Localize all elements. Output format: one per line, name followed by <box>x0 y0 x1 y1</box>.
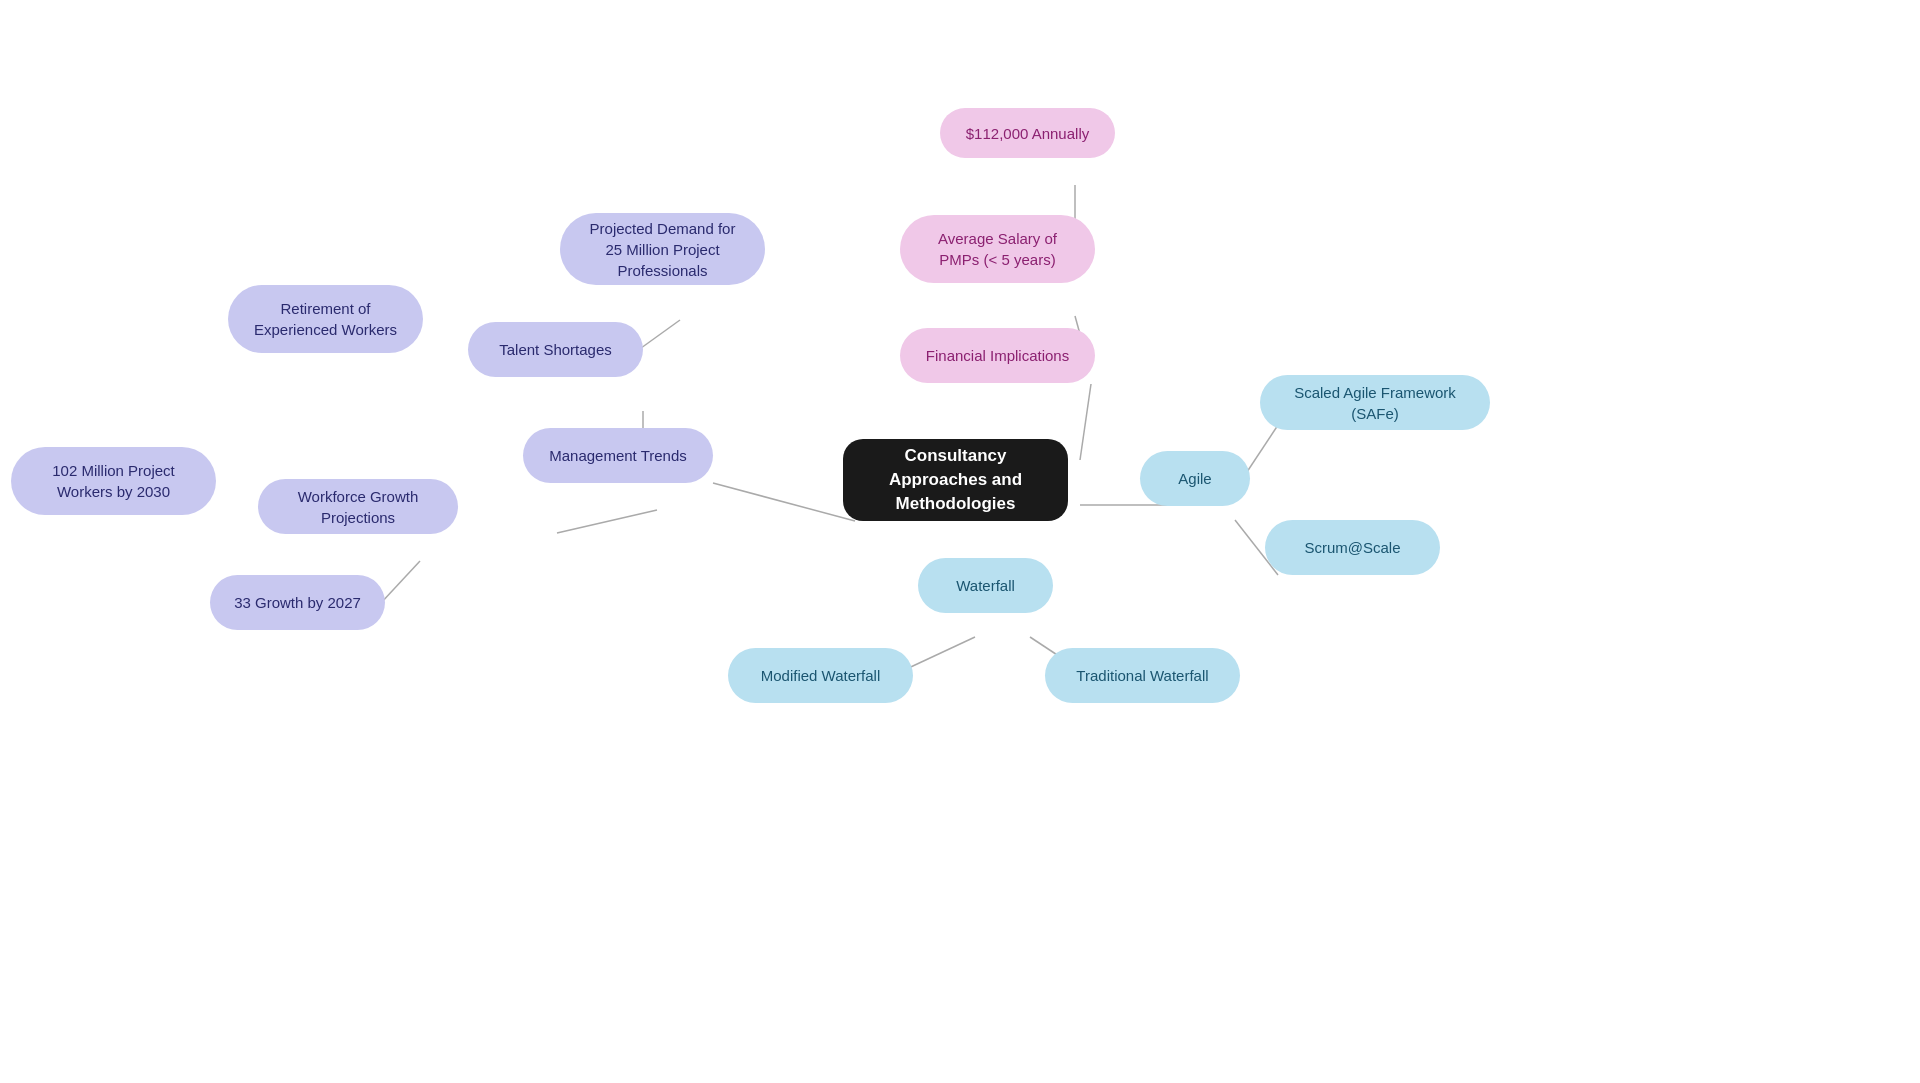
growth-2027-node: 33 Growth by 2027 <box>210 575 385 630</box>
svg-line-6 <box>380 561 420 604</box>
avg-salary-label: Average Salary of PMPs (< 5 years) <box>922 228 1073 270</box>
financial-implications-label: Financial Implications <box>926 345 1069 366</box>
modified-waterfall-node: Modified Waterfall <box>728 648 913 703</box>
svg-line-0 <box>713 483 855 521</box>
svg-line-4 <box>557 510 657 533</box>
waterfall-node: Waterfall <box>918 558 1053 613</box>
workforce-growth-node: Workforce Growth Projections <box>258 479 458 534</box>
safe-node: Scaled Agile Framework (SAFe) <box>1260 375 1490 430</box>
scrum-scale-node: Scrum@Scale <box>1265 520 1440 575</box>
salary-amount-label: $112,000 Annually <box>966 123 1089 144</box>
management-trends-label: Management Trends <box>549 445 687 466</box>
modified-waterfall-label: Modified Waterfall <box>761 665 881 686</box>
retirement-label: Retirement of Experienced Workers <box>250 298 401 340</box>
workforce-growth-label: Workforce Growth Projections <box>280 486 436 528</box>
workers-2030-label: 102 Million Project Workers by 2030 <box>33 460 194 502</box>
svg-line-7 <box>1080 384 1091 460</box>
salary-amount-node: $112,000 Annually <box>940 108 1115 158</box>
projected-demand-node: Projected Demand for 25 Million Project … <box>560 213 765 285</box>
safe-label: Scaled Agile Framework (SAFe) <box>1282 382 1468 424</box>
scrum-scale-label: Scrum@Scale <box>1304 537 1400 558</box>
agile-node: Agile <box>1140 451 1250 506</box>
growth-2027-label: 33 Growth by 2027 <box>234 592 361 613</box>
talent-shortages-label: Talent Shortages <box>499 339 612 360</box>
traditional-waterfall-node: Traditional Waterfall <box>1045 648 1240 703</box>
projected-demand-label: Projected Demand for 25 Million Project … <box>582 218 743 281</box>
traditional-waterfall-label: Traditional Waterfall <box>1076 665 1208 686</box>
financial-implications-node: Financial Implications <box>900 328 1095 383</box>
talent-shortages-node: Talent Shortages <box>468 322 643 377</box>
retirement-node: Retirement of Experienced Workers <box>228 285 423 353</box>
center-node: Consultancy Approaches and Methodologies <box>843 439 1068 521</box>
agile-label: Agile <box>1178 468 1211 489</box>
waterfall-label: Waterfall <box>956 575 1015 596</box>
management-trends-node: Management Trends <box>523 428 713 483</box>
avg-salary-node: Average Salary of PMPs (< 5 years) <box>900 215 1095 283</box>
workers-2030-node: 102 Million Project Workers by 2030 <box>11 447 216 515</box>
center-label: Consultancy Approaches and Methodologies <box>865 444 1046 515</box>
